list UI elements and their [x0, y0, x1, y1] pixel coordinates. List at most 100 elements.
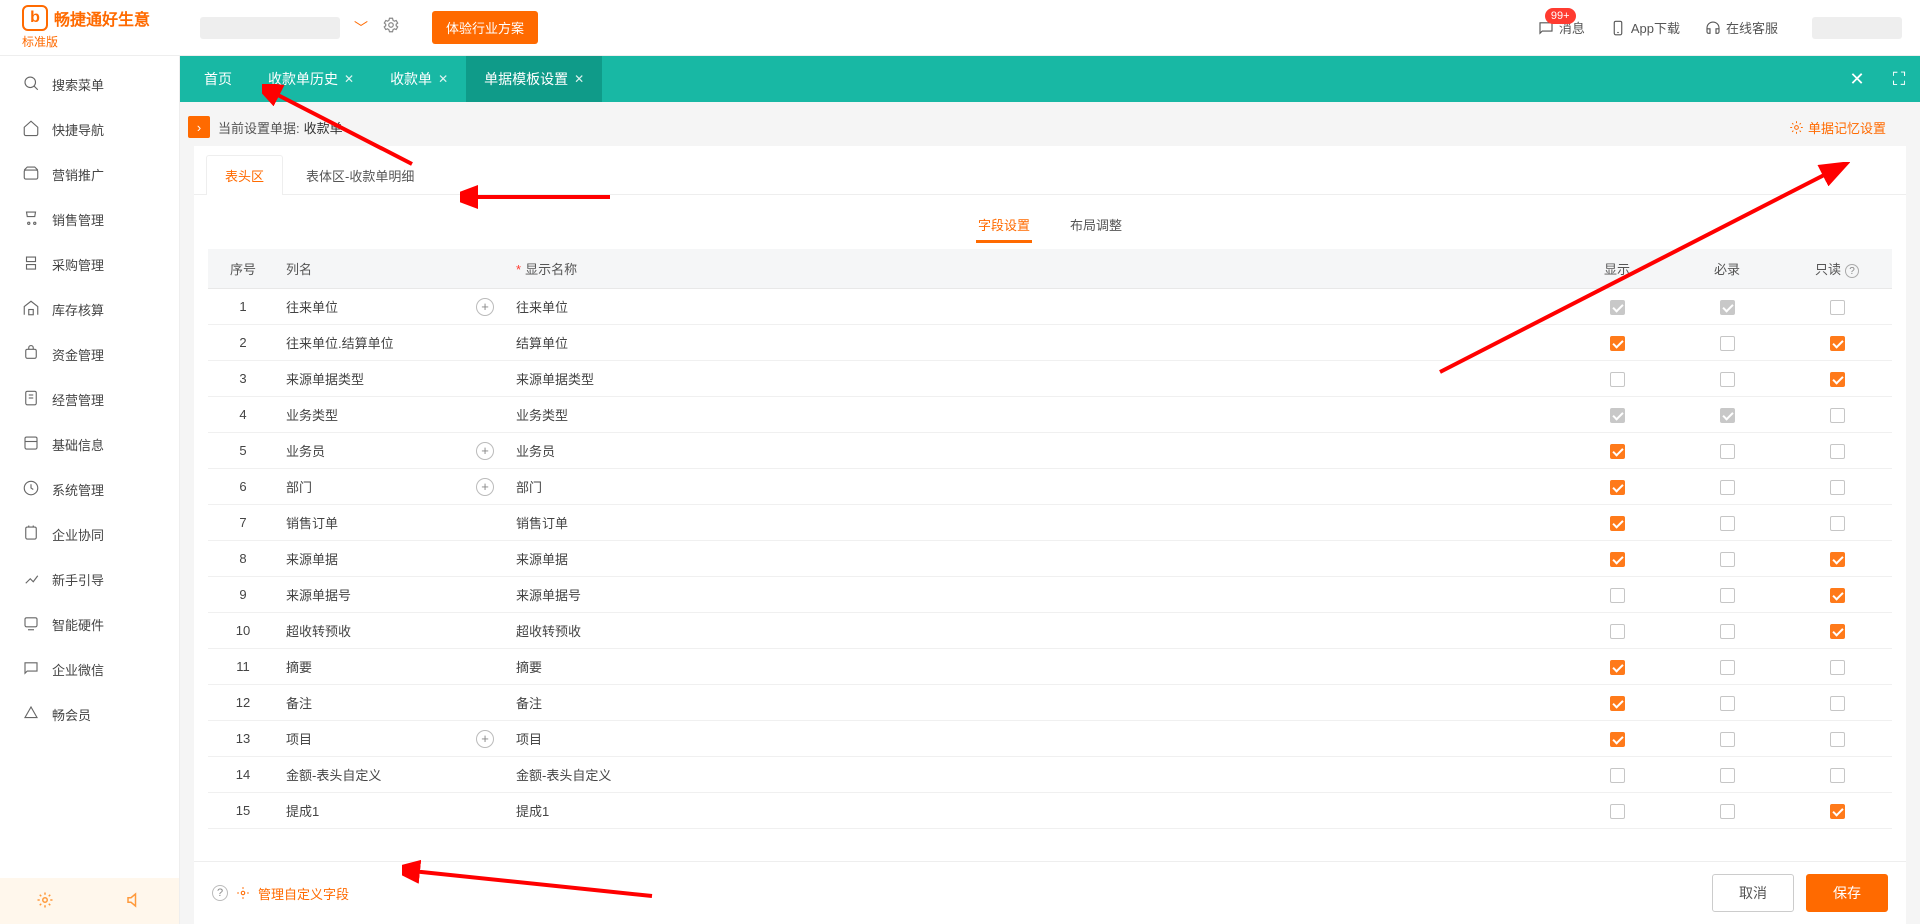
- manage-custom-fields-link[interactable]: ? 管理自定义字段: [212, 884, 349, 903]
- bill-memory-settings-link[interactable]: 单据记忆设置: [1789, 118, 1886, 137]
- checkbox[interactable]: [1610, 768, 1625, 783]
- sidebar-item-2[interactable]: 营销推广: [0, 152, 179, 197]
- cell-display-name[interactable]: 部门: [508, 469, 1562, 505]
- tenant-dropdown-caret[interactable]: ﹀: [354, 18, 368, 38]
- checkbox[interactable]: [1720, 336, 1735, 351]
- support-link[interactable]: 在线客服: [1704, 18, 1778, 37]
- tab-header-area[interactable]: 表头区: [206, 155, 283, 195]
- add-column-icon[interactable]: +: [476, 298, 494, 316]
- add-column-icon[interactable]: +: [476, 442, 494, 460]
- sidebar-item-13[interactable]: 企业微信: [0, 647, 179, 692]
- sidebar-item-9[interactable]: 系统管理: [0, 467, 179, 512]
- checkbox[interactable]: [1830, 552, 1845, 567]
- checkbox[interactable]: [1720, 768, 1735, 783]
- checkbox[interactable]: [1720, 552, 1735, 567]
- checkbox[interactable]: [1830, 480, 1845, 495]
- sidebar-item-1[interactable]: 快捷导航: [0, 107, 179, 152]
- add-column-icon[interactable]: +: [476, 478, 494, 496]
- context-collapse-icon[interactable]: ›: [188, 116, 210, 138]
- sidebar-item-0[interactable]: 搜索菜单: [0, 62, 179, 107]
- checkbox[interactable]: [1830, 804, 1845, 819]
- checkbox[interactable]: [1610, 516, 1625, 531]
- messages-link[interactable]: 99+ 消息: [1537, 18, 1585, 37]
- checkbox[interactable]: [1720, 624, 1735, 639]
- checkbox[interactable]: [1610, 444, 1625, 459]
- checkbox[interactable]: [1830, 696, 1845, 711]
- page-tab-2[interactable]: 收款单✕: [372, 56, 466, 102]
- page-tab-1[interactable]: 收款单历史✕: [250, 56, 372, 102]
- checkbox[interactable]: [1610, 588, 1625, 603]
- sidebar-settings-icon[interactable]: [36, 891, 54, 912]
- cell-display-name[interactable]: 金额-表头自定义: [508, 757, 1562, 793]
- checkbox[interactable]: [1720, 588, 1735, 603]
- checkbox[interactable]: [1830, 516, 1845, 531]
- save-button[interactable]: 保存: [1806, 874, 1888, 912]
- checkbox[interactable]: [1720, 804, 1735, 819]
- user-avatar-placeholder[interactable]: [1812, 17, 1902, 39]
- checkbox[interactable]: [1720, 444, 1735, 459]
- cancel-button[interactable]: 取消: [1712, 874, 1794, 912]
- sidebar-item-14[interactable]: 畅会员: [0, 692, 179, 737]
- checkbox[interactable]: [1720, 372, 1735, 387]
- sidebar-item-8[interactable]: 基础信息: [0, 422, 179, 467]
- sidebar-item-5[interactable]: 库存核算: [0, 287, 179, 332]
- checkbox[interactable]: [1830, 768, 1845, 783]
- cell-display-name[interactable]: 来源单据类型: [508, 361, 1562, 397]
- checkbox[interactable]: [1720, 516, 1735, 531]
- tab-fullscreen-icon[interactable]: ⛶: [1878, 56, 1920, 102]
- cell-display-name[interactable]: 业务类型: [508, 397, 1562, 433]
- sidebar-item-11[interactable]: 新手引导: [0, 557, 179, 602]
- cell-display-name[interactable]: 结算单位: [508, 325, 1562, 361]
- cell-display-name[interactable]: 项目: [508, 721, 1562, 757]
- tab-close-icon[interactable]: ✕: [344, 72, 354, 86]
- tenant-settings-icon[interactable]: [382, 16, 400, 39]
- checkbox[interactable]: [1720, 480, 1735, 495]
- tenant-name-placeholder[interactable]: [200, 17, 340, 39]
- cell-display-name[interactable]: 销售订单: [508, 505, 1562, 541]
- checkbox[interactable]: [1610, 804, 1625, 819]
- sidebar-item-7[interactable]: 经营管理: [0, 377, 179, 422]
- checkbox[interactable]: [1720, 696, 1735, 711]
- cell-display-name[interactable]: 超收转预收: [508, 613, 1562, 649]
- checkbox[interactable]: [1830, 372, 1845, 387]
- checkbox[interactable]: [1830, 444, 1845, 459]
- cell-display-name[interactable]: 提成1: [508, 793, 1562, 829]
- checkbox[interactable]: [1830, 300, 1845, 315]
- sidebar-item-12[interactable]: 智能硬件: [0, 602, 179, 647]
- subtab-field-settings[interactable]: 字段设置: [976, 209, 1032, 243]
- tab-body-area[interactable]: 表体区-收款单明细: [287, 155, 433, 195]
- checkbox[interactable]: [1610, 372, 1625, 387]
- readonly-help-icon[interactable]: ?: [1845, 264, 1859, 278]
- checkbox[interactable]: [1720, 660, 1735, 675]
- checkbox[interactable]: [1610, 660, 1625, 675]
- checkbox[interactable]: [1610, 696, 1625, 711]
- app-download-link[interactable]: App下载: [1609, 18, 1680, 37]
- page-tab-3[interactable]: 单据模板设置✕: [466, 56, 602, 102]
- checkbox[interactable]: [1610, 624, 1625, 639]
- tab-close-icon[interactable]: ✕: [438, 72, 448, 86]
- checkbox[interactable]: [1610, 552, 1625, 567]
- checkbox[interactable]: [1830, 408, 1845, 423]
- sidebar-sound-icon[interactable]: [125, 891, 143, 912]
- sidebar-item-4[interactable]: 采购管理: [0, 242, 179, 287]
- tab-close-icon[interactable]: ✕: [574, 72, 584, 86]
- checkbox[interactable]: [1610, 336, 1625, 351]
- checkbox[interactable]: [1830, 624, 1845, 639]
- add-column-icon[interactable]: +: [476, 730, 494, 748]
- checkbox[interactable]: [1830, 660, 1845, 675]
- sidebar-item-3[interactable]: 销售管理: [0, 197, 179, 242]
- page-tab-0[interactable]: 首页: [186, 56, 250, 102]
- subtab-layout-adjust[interactable]: 布局调整: [1068, 209, 1124, 243]
- cell-display-name[interactable]: 业务员: [508, 433, 1562, 469]
- cell-display-name[interactable]: 备注: [508, 685, 1562, 721]
- cell-display-name[interactable]: 摘要: [508, 649, 1562, 685]
- cell-display-name[interactable]: 往来单位: [508, 289, 1562, 325]
- sidebar-item-10[interactable]: 企业协同: [0, 512, 179, 557]
- checkbox[interactable]: [1720, 732, 1735, 747]
- tab-close-all-icon[interactable]: ✕: [1836, 56, 1878, 102]
- cell-display-name[interactable]: 来源单据号: [508, 577, 1562, 613]
- checkbox[interactable]: [1830, 732, 1845, 747]
- cell-display-name[interactable]: 来源单据: [508, 541, 1562, 577]
- checkbox[interactable]: [1830, 588, 1845, 603]
- checkbox[interactable]: [1610, 480, 1625, 495]
